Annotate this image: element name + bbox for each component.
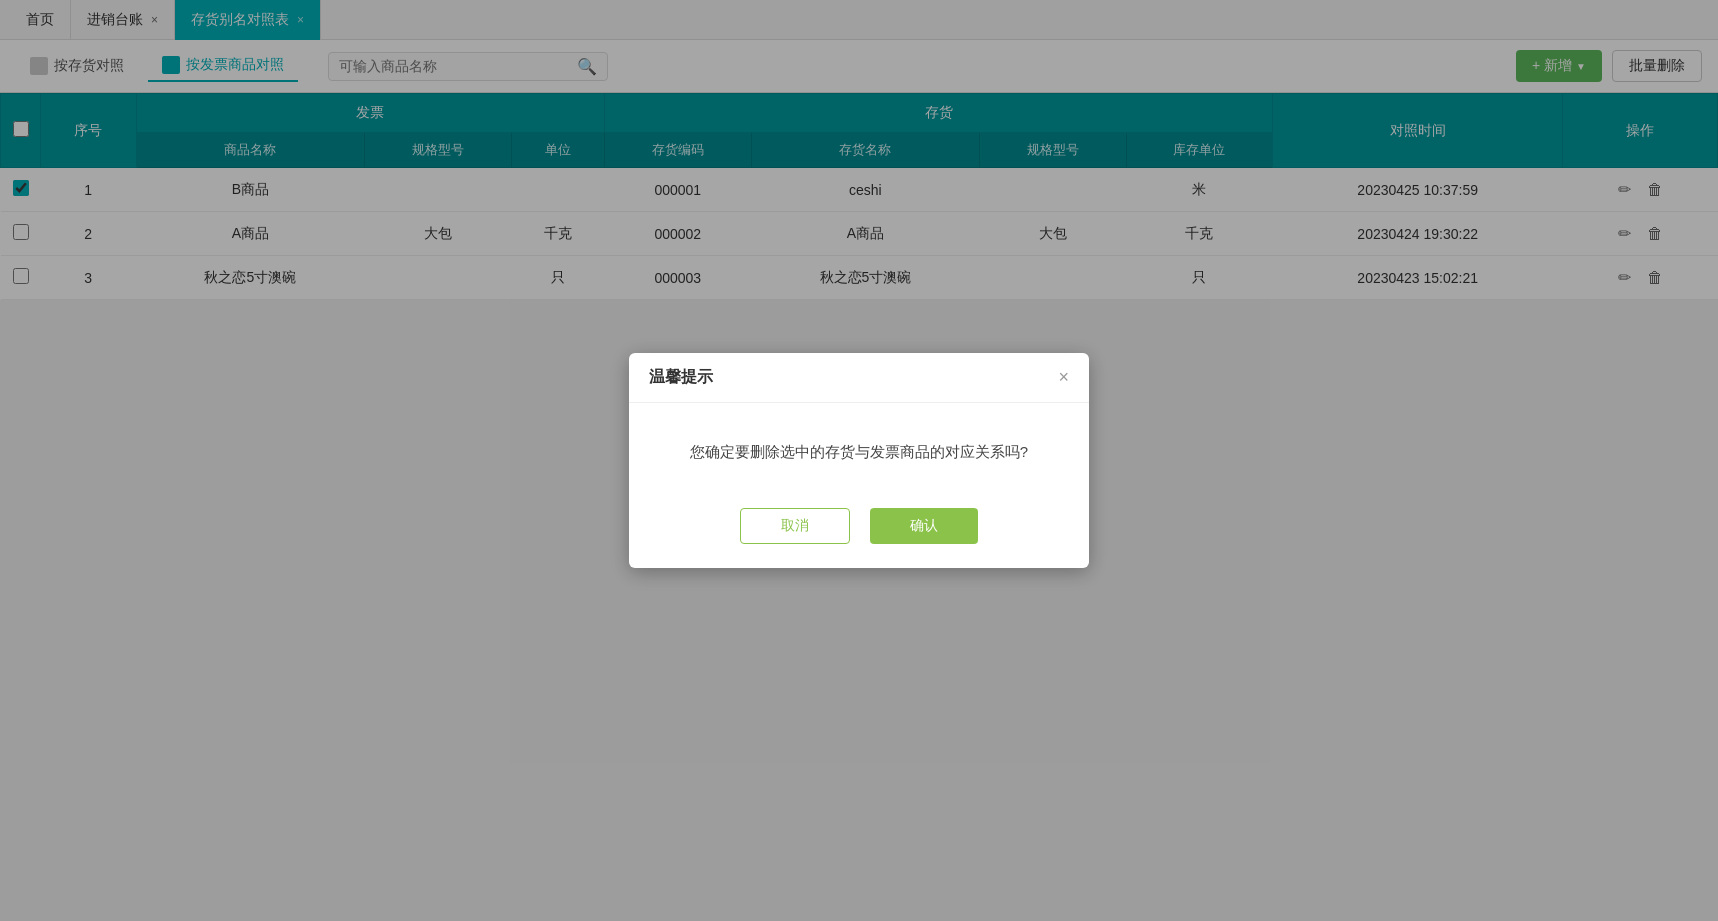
dialog-message: 您确定要删除选中的存货与发票商品的对应关系吗? — [690, 443, 1028, 460]
dialog-footer: 取消 确认 — [629, 492, 1089, 568]
dialog-title: 温馨提示 — [649, 367, 713, 388]
cancel-button[interactable]: 取消 — [740, 508, 850, 544]
dialog-overlay: 温馨提示 × 您确定要删除选中的存货与发票商品的对应关系吗? 取消 确认 — [0, 0, 1718, 921]
dialog-body: 您确定要删除选中的存货与发票商品的对应关系吗? — [629, 403, 1089, 492]
confirm-button[interactable]: 确认 — [870, 508, 978, 544]
dialog-header: 温馨提示 × — [629, 353, 1089, 403]
dialog-close-button[interactable]: × — [1058, 367, 1069, 388]
confirm-dialog: 温馨提示 × 您确定要删除选中的存货与发票商品的对应关系吗? 取消 确认 — [629, 353, 1089, 568]
